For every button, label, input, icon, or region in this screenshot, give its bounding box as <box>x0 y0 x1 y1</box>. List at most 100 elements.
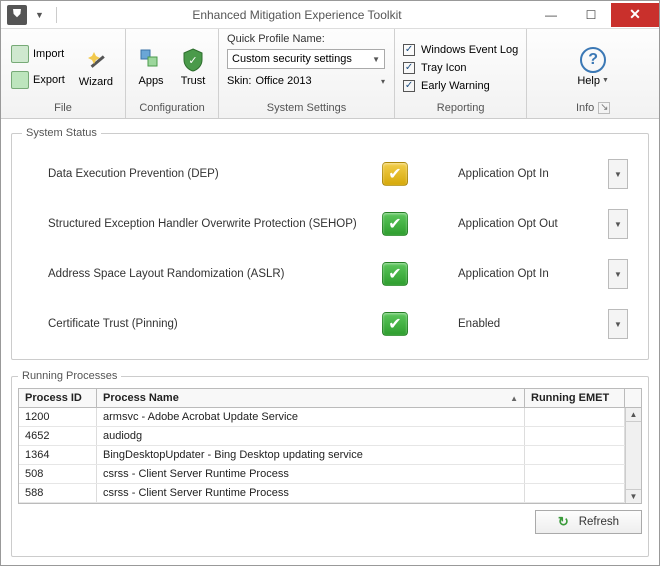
table-row[interactable]: 4652audiodg <box>19 427 641 446</box>
import-icon <box>11 45 29 63</box>
cell-emet <box>525 465 625 483</box>
status-value: Application Opt In <box>458 168 598 180</box>
chevron-down-icon: ▼ <box>372 55 380 64</box>
cell-pid: 1200 <box>19 408 97 426</box>
cell-pid: 4652 <box>19 427 97 445</box>
checkbox-checked-icon: ✓ <box>403 62 415 74</box>
content-area: System Status Data Execution Prevention … <box>1 119 659 565</box>
status-badge-yellow: ✔ <box>382 162 408 186</box>
ribbon-group-info: ? Help ▼ Info ↘ <box>527 29 659 118</box>
wizard-button[interactable]: Wizard <box>75 44 117 90</box>
earlywarning-checkbox[interactable]: ✓ Early Warning <box>403 80 518 92</box>
trust-icon: ✓ <box>180 47 206 73</box>
apps-label: Apps <box>138 75 163 87</box>
titlebar-separator <box>56 7 57 23</box>
column-header-pid[interactable]: Process ID <box>19 389 97 407</box>
status-name: Certificate Trust (Pinning) <box>48 318 372 330</box>
status-row: Structured Exception Handler Overwrite P… <box>22 199 638 249</box>
export-label: Export <box>33 74 65 86</box>
ribbon-group-system-settings: Quick Profile Name: Custom security sett… <box>219 29 395 118</box>
export-icon <box>11 71 29 89</box>
status-badge-green: ✔ <box>382 312 408 336</box>
column-header-scroll <box>625 389 641 407</box>
app-window: ⛊ ▼ Enhanced Mitigation Experience Toolk… <box>0 0 660 566</box>
help-dropdown-icon: ▼ <box>602 77 609 84</box>
eventlog-label: Windows Event Log <box>421 44 518 56</box>
skin-dropdown-icon[interactable]: ▾ <box>381 77 385 86</box>
maximize-button[interactable]: ☐ <box>571 3 611 27</box>
trayicon-checkbox[interactable]: ✓ Tray Icon <box>403 62 518 74</box>
status-dropdown-button[interactable]: ▼ <box>608 259 628 289</box>
export-button[interactable]: Export <box>9 69 67 91</box>
status-dropdown-button[interactable]: ▼ <box>608 309 628 339</box>
cell-pid: 1364 <box>19 446 97 464</box>
trust-button[interactable]: ✓ Trust <box>176 45 210 89</box>
scroll-up-icon[interactable]: ▲ <box>626 408 641 422</box>
status-value: Application Opt In <box>458 268 598 280</box>
skin-label: Skin: <box>227 75 251 87</box>
titlebar: ⛊ ▼ Enhanced Mitigation Experience Toolk… <box>1 1 659 29</box>
status-row: Address Space Layout Randomization (ASLR… <box>22 249 638 299</box>
table-row[interactable]: 588csrss - Client Server Runtime Process <box>19 484 641 503</box>
refresh-button[interactable]: ↻ Refresh <box>535 510 642 534</box>
running-processes-group: Running Processes Process ID Process Nam… <box>11 370 649 557</box>
profile-combo[interactable]: Custom security settings ▼ <box>227 49 385 69</box>
running-processes-legend: Running Processes <box>18 370 121 382</box>
import-label: Import <box>33 48 64 60</box>
svg-text:✓: ✓ <box>188 55 197 67</box>
status-row: Certificate Trust (Pinning)✔Enabled▼ <box>22 299 638 349</box>
trayicon-label: Tray Icon <box>421 62 466 74</box>
ribbon-group-reporting-label: Reporting <box>403 100 518 116</box>
apps-icon <box>138 47 164 73</box>
status-value: Application Opt Out <box>458 218 598 230</box>
table-header: Process ID Process Name ▲ Running EMET <box>19 389 641 408</box>
column-header-name[interactable]: Process Name ▲ <box>97 389 525 407</box>
minimize-button[interactable]: — <box>531 3 571 27</box>
cell-name: armsvc - Adobe Acrobat Update Service <box>97 408 525 426</box>
window-title: Enhanced Mitigation Experience Toolkit <box>63 8 531 22</box>
window-controls: — ☐ ✕ <box>531 3 659 27</box>
cell-name: csrss - Client Server Runtime Process <box>97 484 525 502</box>
refresh-icon: ↻ <box>558 514 569 530</box>
ribbon-group-info-label: Info <box>576 102 594 114</box>
table-body: 1200armsvc - Adobe Acrobat Update Servic… <box>19 408 641 503</box>
eventlog-checkbox[interactable]: ✓ Windows Event Log <box>403 44 518 56</box>
status-badge-green: ✔ <box>382 212 408 236</box>
status-name: Structured Exception Handler Overwrite P… <box>48 218 372 230</box>
earlywarning-label: Early Warning <box>421 80 490 92</box>
help-icon: ? <box>580 47 606 73</box>
cell-emet <box>525 484 625 502</box>
status-row: Data Execution Prevention (DEP) ✔ Applicat… <box>22 149 638 199</box>
cell-emet <box>525 427 625 445</box>
status-name: Data Execution Prevention (DEP) <box>48 168 372 180</box>
apps-button[interactable]: Apps <box>134 45 168 89</box>
status-badge-green: ✔ <box>382 262 408 286</box>
cell-name: BingDesktopUpdater - Bing Desktop updati… <box>97 446 525 464</box>
cell-name: audiodg <box>97 427 525 445</box>
ribbon-group-settings-label: System Settings <box>227 100 386 116</box>
column-header-name-label: Process Name <box>103 392 179 404</box>
cell-emet <box>525 446 625 464</box>
ribbon-group-reporting: ✓ Windows Event Log ✓ Tray Icon ✓ Early … <box>395 29 527 118</box>
close-button[interactable]: ✕ <box>611 3 659 27</box>
cell-name: csrss - Client Server Runtime Process <box>97 465 525 483</box>
cell-pid: 588 <box>19 484 97 502</box>
table-row[interactable]: 1364BingDesktopUpdater - Bing Desktop up… <box>19 446 641 465</box>
ribbon: Import Export Wizard File Apps <box>1 29 659 119</box>
refresh-label: Refresh <box>579 516 619 528</box>
profile-combo-value: Custom security settings <box>232 53 352 65</box>
qat-dropdown-icon[interactable]: ▼ <box>35 10 44 20</box>
wizard-icon <box>82 46 110 74</box>
help-button[interactable]: ? Help ▼ <box>577 47 609 87</box>
vertical-scrollbar[interactable]: ▲ ▼ <box>625 408 641 503</box>
table-row[interactable]: 508csrss - Client Server Runtime Process <box>19 465 641 484</box>
import-button[interactable]: Import <box>9 43 67 65</box>
table-row[interactable]: 1200armsvc - Adobe Acrobat Update Servic… <box>19 408 641 427</box>
app-icon[interactable]: ⛊ <box>7 5 27 25</box>
dialog-launcher-icon[interactable]: ↘ <box>598 102 610 114</box>
status-dropdown-button[interactable]: ▼ <box>608 159 628 189</box>
scroll-down-icon[interactable]: ▼ <box>626 489 641 503</box>
column-header-emet[interactable]: Running EMET <box>525 389 625 407</box>
ribbon-group-file-label: File <box>9 100 117 116</box>
status-dropdown-button[interactable]: ▼ <box>608 209 628 239</box>
